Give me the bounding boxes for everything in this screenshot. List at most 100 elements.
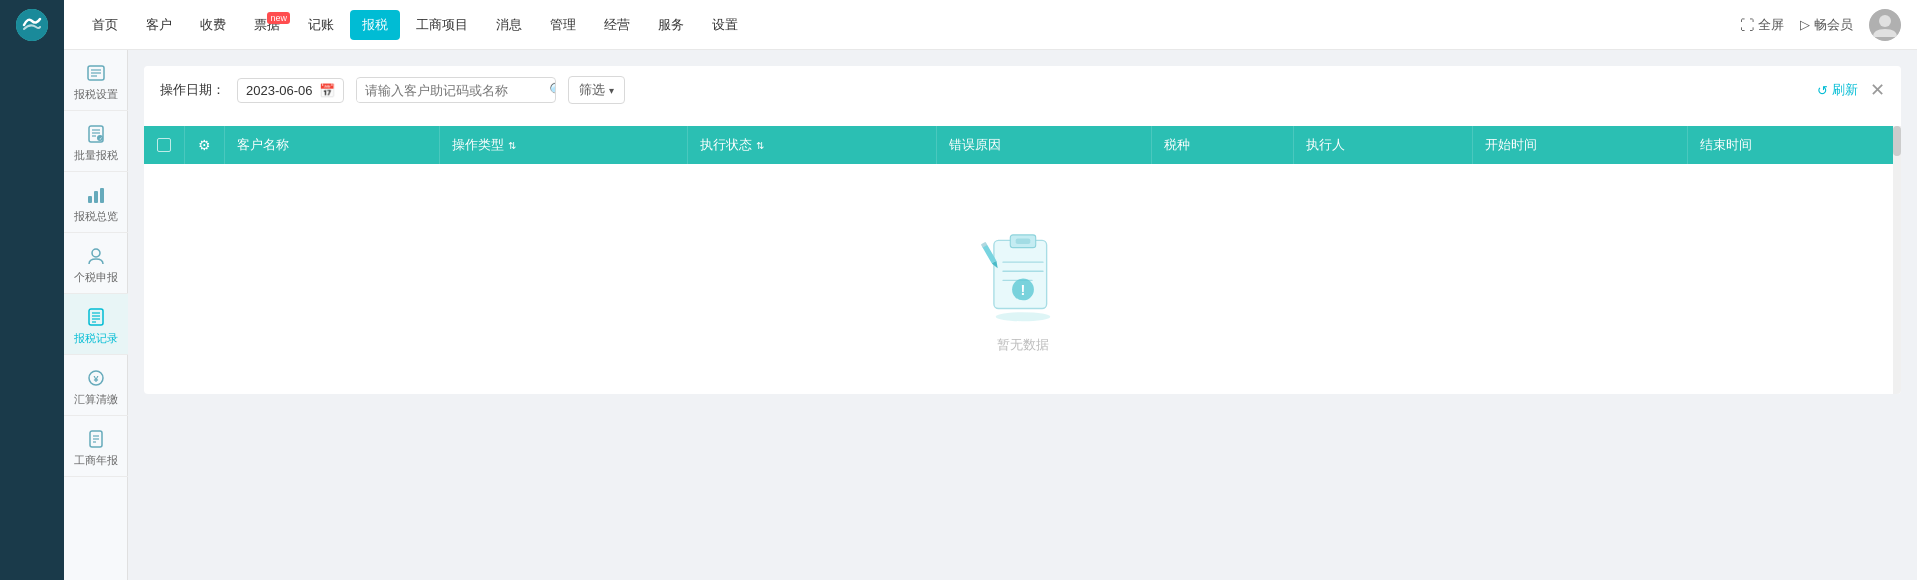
sub-sidebar: 报税设置 ✓ 批量报税	[64, 50, 128, 580]
data-table: ⚙ 客户名称 操作类型 ⇅	[144, 126, 1901, 394]
sidebar-item-tax-overview-label: 报税总览	[74, 209, 118, 224]
date-label: 操作日期：	[160, 81, 225, 99]
sidebar-item-tax-settings-label: 报税设置	[74, 87, 118, 102]
filter-button[interactable]: 筛选 ▾	[568, 76, 625, 104]
th-gear: ⚙	[184, 126, 224, 164]
th-executor: 执行人	[1294, 126, 1473, 164]
sort-icon-status: ⇅	[756, 140, 764, 151]
svg-rect-14	[94, 191, 98, 203]
sidebar-item-tax-records-label: 报税记录	[74, 331, 118, 346]
th-execution-status[interactable]: 执行状态 ⇅	[688, 126, 937, 164]
play-icon: ▷	[1800, 17, 1810, 32]
settlement-icon: ¥	[85, 367, 107, 389]
close-button[interactable]: ✕	[1870, 81, 1885, 99]
app-logo[interactable]	[0, 0, 64, 50]
svg-text:¥: ¥	[93, 374, 98, 384]
scroll-thumb[interactable]	[1893, 126, 1901, 156]
sidebar-item-tax-records[interactable]: 报税记录	[64, 294, 128, 355]
th-end-time: 结束时间	[1687, 126, 1901, 164]
search-button[interactable]: 🔍	[541, 78, 556, 102]
nav-item-tickets[interactable]: 票据 new	[242, 10, 292, 40]
top-navigation: 首页 客户 收费 票据 new 记账 报税 工商项目 消息 管理 经营 服务 设…	[64, 0, 1917, 50]
refresh-button[interactable]: ↺ 刷新	[1817, 81, 1858, 99]
empty-illustration: !	[973, 224, 1073, 324]
nav-item-operations[interactable]: 经营	[592, 10, 642, 40]
nav-item-accounts[interactable]: 记账	[296, 10, 346, 40]
content-area: 报税设置 ✓ 批量报税	[64, 50, 1917, 580]
empty-state-row: ! 暂无数据	[144, 164, 1901, 394]
sidebar-item-batch-tax-label: 批量报税	[74, 148, 118, 163]
th-operation-type[interactable]: 操作类型 ⇅	[439, 126, 688, 164]
svg-text:✓: ✓	[98, 136, 101, 141]
th-start-time: 开始时间	[1472, 126, 1687, 164]
sidebar-item-personal-tax[interactable]: 个税申报	[64, 233, 128, 294]
nav-item-management[interactable]: 管理	[538, 10, 588, 40]
table-body: ! 暂无数据	[144, 164, 1901, 394]
refresh-label: 刷新	[1832, 81, 1858, 99]
th-client-name: 客户名称	[224, 126, 439, 164]
svg-text:!: !	[1020, 282, 1025, 298]
main-sidebar	[0, 0, 64, 580]
th-tax-type: 税种	[1151, 126, 1293, 164]
svg-point-2	[1879, 15, 1891, 27]
search-input[interactable]	[357, 79, 541, 102]
sidebar-item-tax-settings[interactable]: 报税设置	[64, 50, 128, 111]
search-box: 🔍	[356, 77, 556, 103]
logo-icon	[16, 9, 48, 41]
sidebar-item-settlement-label: 汇算清缴	[74, 392, 118, 407]
sidebar-item-annual-report[interactable]: 工商年报	[64, 416, 128, 477]
svg-rect-15	[100, 188, 104, 203]
svg-point-16	[92, 249, 100, 257]
nav-item-messages[interactable]: 消息	[484, 10, 534, 40]
date-value: 2023-06-06	[246, 83, 313, 98]
tax-overview-icon	[85, 184, 107, 206]
column-settings-icon[interactable]: ⚙	[198, 137, 211, 153]
svg-rect-17	[89, 309, 103, 325]
member-btn[interactable]: ▷ 畅会员	[1800, 16, 1853, 34]
nav-item-tax[interactable]: 报税	[350, 10, 400, 40]
fullscreen-btn[interactable]: ⛶ 全屏	[1740, 16, 1784, 34]
th-checkbox	[144, 126, 184, 164]
toolbar: 操作日期： 2023-06-06 📅 🔍 筛选 ▾	[144, 66, 1901, 114]
nav-items: 首页 客户 收费 票据 new 记账 报税 工商项目 消息 管理 经营 服务 设…	[80, 10, 1740, 40]
svg-point-28	[995, 312, 1050, 321]
tax-records-icon	[85, 306, 107, 328]
nav-item-home[interactable]: 首页	[80, 10, 130, 40]
date-picker[interactable]: 2023-06-06 📅	[237, 78, 344, 103]
calendar-icon: 📅	[319, 83, 335, 98]
scroll-track[interactable]	[1893, 126, 1901, 394]
sidebar-item-annual-report-label: 工商年报	[74, 453, 118, 468]
sidebar-item-personal-tax-label: 个税申报	[74, 270, 118, 285]
select-all-checkbox[interactable]	[157, 138, 171, 152]
tax-settings-icon	[85, 62, 107, 84]
batch-tax-icon: ✓	[85, 123, 107, 145]
fullscreen-label: 全屏	[1758, 16, 1784, 34]
member-label: 畅会员	[1814, 16, 1853, 34]
annual-report-icon	[85, 428, 107, 450]
empty-state: ! 暂无数据	[144, 164, 1901, 394]
th-error-reason: 错误原因	[936, 126, 1151, 164]
refresh-icon: ↺	[1817, 83, 1828, 98]
topnav-right: ⛶ 全屏 ▷ 畅会员	[1740, 9, 1901, 41]
svg-rect-13	[88, 196, 92, 203]
chevron-down-icon: ▾	[609, 85, 614, 96]
nav-item-settings[interactable]: 设置	[700, 10, 750, 40]
nav-item-billing[interactable]: 收费	[188, 10, 238, 40]
table-scroll-area: ⚙ 客户名称 操作类型 ⇅	[144, 126, 1901, 394]
page-content: 操作日期： 2023-06-06 📅 🔍 筛选 ▾	[128, 50, 1917, 580]
sidebar-item-tax-overview[interactable]: 报税总览	[64, 172, 128, 233]
filter-label: 筛选	[579, 81, 605, 99]
fullscreen-icon: ⛶	[1740, 17, 1754, 33]
svg-rect-31	[1015, 239, 1030, 244]
personal-tax-icon	[85, 245, 107, 267]
toolbar-right: ↺ 刷新 ✕	[1817, 81, 1885, 99]
nav-item-services[interactable]: 服务	[646, 10, 696, 40]
empty-text: 暂无数据	[997, 336, 1049, 354]
nav-item-customers[interactable]: 客户	[134, 10, 184, 40]
sidebar-item-batch-tax[interactable]: ✓ 批量报税	[64, 111, 128, 172]
user-avatar[interactable]	[1869, 9, 1901, 41]
table-header-row: ⚙ 客户名称 操作类型 ⇅	[144, 126, 1901, 164]
sidebar-item-settlement[interactable]: ¥ 汇算清缴	[64, 355, 128, 416]
sort-icon-operation: ⇅	[508, 140, 516, 151]
nav-item-business[interactable]: 工商项目	[404, 10, 480, 40]
